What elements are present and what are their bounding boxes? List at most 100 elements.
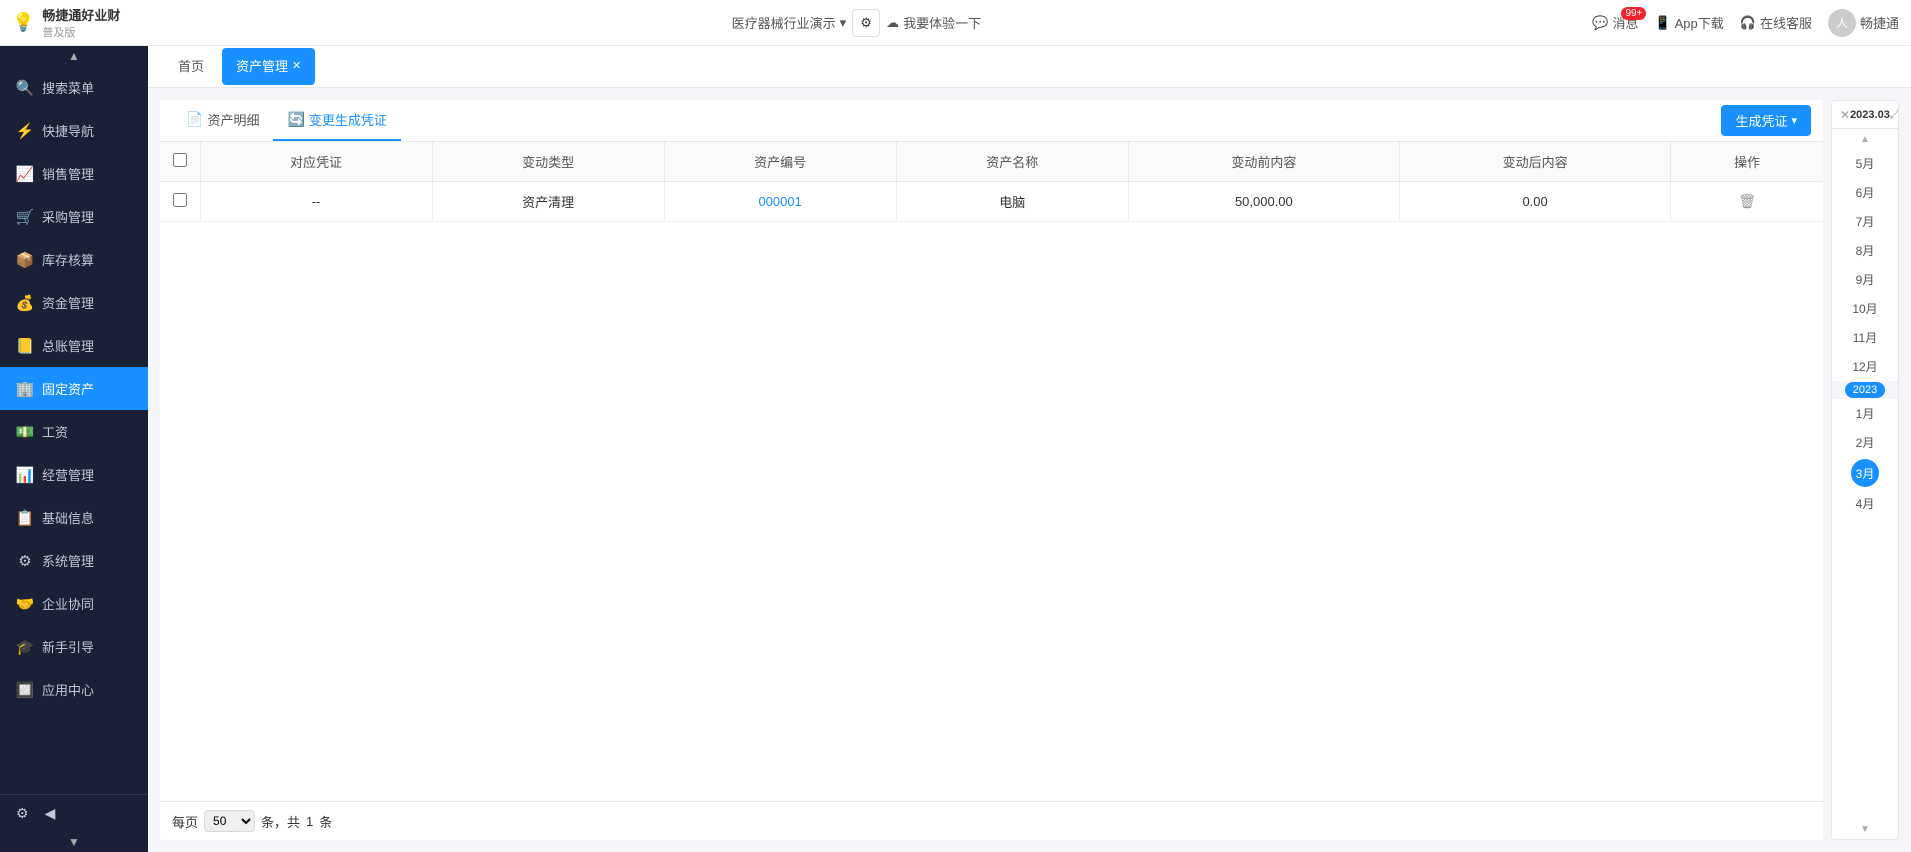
calendar-month-current-year[interactable]: 4月: [1832, 489, 1898, 518]
sidebar-label-fund: 资金管理: [42, 293, 94, 312]
col-asset-code: 资产编号: [664, 142, 896, 182]
calendar-month-active[interactable]: 3月: [1832, 457, 1898, 489]
sidebar-icon-fund: 💰: [16, 294, 34, 312]
sidebar-item-guide[interactable]: 🎓 新手引导: [0, 625, 148, 668]
header-center: 医疗器械行业演示 ▾ ⚙ ☁ 我要体验一下: [732, 9, 982, 37]
top-header: 💡 畅捷通好业财 普及版 医疗器械行业演示 ▾ ⚙ ☁ 我要体验一下 💬 消息 …: [0, 0, 1911, 46]
calendar-month-prev[interactable]: 11月: [1832, 323, 1898, 352]
sidebar-icon-sales: 📈: [16, 165, 34, 183]
sidebar-item-quick-nav[interactable]: ⚡ 快捷导航: [0, 109, 148, 152]
header-right: 💬 消息 99+ 📱 App下载 🎧 在线客服 人 畅捷通: [1592, 9, 1899, 37]
settings-icon-btn[interactable]: ⚙: [852, 9, 880, 37]
calendar-expand-btn[interactable]: ⤢: [1890, 107, 1899, 122]
sidebar-icon-quick-nav: ⚡: [16, 122, 34, 140]
col-voucher: 对应凭证: [200, 142, 432, 182]
calendar-month-prev[interactable]: 5月: [1832, 149, 1898, 178]
row-voucher-0: --: [200, 182, 432, 222]
change-voucher-icon: 🔄: [287, 111, 304, 128]
per-page-unit: 条，共: [261, 812, 300, 831]
customer-service-btn[interactable]: 🎧 在线客服: [1740, 13, 1812, 32]
sidebar-scroll-down[interactable]: ▼: [0, 832, 148, 852]
calendar-month-prev[interactable]: 7月: [1832, 207, 1898, 236]
calendar-scroll-up[interactable]: ▲: [1832, 129, 1898, 149]
calendar-months-container: 5月6月7月8月9月10月11月12月20231月2月3月4月: [1832, 149, 1898, 819]
tab-home[interactable]: 首页: [164, 48, 218, 85]
sidebar-item-salary[interactable]: 💵 工资: [0, 410, 148, 453]
collapse-icon[interactable]: ◀: [45, 805, 56, 822]
calendar-month-prev[interactable]: 9月: [1832, 265, 1898, 294]
total-unit: 条: [319, 812, 332, 831]
col-after-change: 变动后内容: [1399, 142, 1670, 182]
sidebar-icon-salary: 💵: [16, 423, 34, 441]
sidebar-label-system: 系统管理: [42, 551, 94, 570]
sidebar-label-app-center: 应用中心: [42, 680, 94, 699]
sidebar-label-enterprise: 企业协同: [42, 594, 94, 613]
sidebar-label-fixed-assets: 固定资产: [42, 379, 94, 398]
page-size-select[interactable]: 50 100 200: [204, 810, 255, 832]
row-asset-name-0: 电脑: [896, 182, 1128, 222]
col-action: 操作: [1671, 142, 1823, 182]
settings-footer-icon[interactable]: ⚙: [16, 805, 29, 822]
generate-voucher-btn[interactable]: 生成凭证 ▾: [1721, 105, 1811, 136]
sidebar-label-guide: 新手引导: [42, 637, 94, 656]
industry-selector[interactable]: 医疗器械行业演示 ▾: [732, 13, 847, 32]
sidebar-item-basic-info[interactable]: 📋 基础信息: [0, 496, 148, 539]
sidebar-item-inventory[interactable]: 📦 库存核算: [0, 238, 148, 281]
calendar-month-prev[interactable]: 12月: [1832, 352, 1898, 381]
sub-tab-asset-detail[interactable]: 📄 资产明细: [172, 100, 273, 141]
row-asset-code-0: 000001: [664, 182, 896, 222]
sidebar-item-management[interactable]: 📊 经营管理: [0, 453, 148, 496]
select-all-checkbox[interactable]: [173, 153, 187, 167]
sidebar-item-app-center[interactable]: 🔲 应用中心: [0, 668, 148, 711]
tab-bar: 首页 资产管理 ✕: [148, 46, 1911, 88]
calendar-active-month-inner[interactable]: 3月: [1851, 459, 1879, 487]
sidebar-item-ledger[interactable]: 📒 总账管理: [0, 324, 148, 367]
sidebar-icon-search-menu: 🔍: [16, 79, 34, 97]
experience-label: 我要体验一下: [903, 13, 981, 32]
logo-icon: 💡: [12, 12, 34, 33]
table-row: -- 资产清理 000001 电脑 50,000.00 0.00 🗑: [160, 182, 1823, 222]
calendar-year-label: 2023.03: [1850, 109, 1890, 121]
industry-label: 医疗器械行业演示: [732, 13, 836, 32]
sidebar-icon-inventory: 📦: [16, 251, 34, 269]
cloud-icon: ☁: [886, 15, 899, 31]
sidebar-item-search-menu[interactable]: 🔍 搜索菜单: [0, 66, 148, 109]
col-before-change: 变动前内容: [1128, 142, 1399, 182]
sidebar-item-fixed-assets[interactable]: 🏢 固定资产: [0, 367, 148, 410]
tab-close-icon[interactable]: ✕: [292, 59, 301, 72]
message-btn[interactable]: 💬 消息 99+: [1592, 13, 1638, 32]
sidebar-item-enterprise[interactable]: 🤝 企业协同: [0, 582, 148, 625]
sidebar-item-sales[interactable]: 📈 销售管理: [0, 152, 148, 195]
experience-btn[interactable]: ☁ 我要体验一下: [886, 13, 981, 32]
company-name-area: 畅捷通好业财 普及版: [42, 5, 120, 40]
calendar-month-current-year[interactable]: 1月: [1832, 399, 1898, 428]
calendar-month-current-year[interactable]: 2月: [1832, 428, 1898, 457]
sidebar-scroll-up[interactable]: ▲: [0, 46, 148, 66]
calendar-month-prev[interactable]: 10月: [1832, 294, 1898, 323]
calendar-month-prev[interactable]: 6月: [1832, 178, 1898, 207]
tab-home-label: 首页: [178, 56, 204, 75]
main-panel: 📄 资产明细 🔄 变更生成凭证 生成凭证 ▾: [160, 100, 1823, 840]
row-checkbox-0[interactable]: [173, 193, 187, 207]
sub-tabs: 📄 资产明细 🔄 变更生成凭证 生成凭证 ▾: [160, 100, 1823, 142]
sidebar-item-fund[interactable]: 💰 资金管理: [0, 281, 148, 324]
sub-tab-change-voucher[interactable]: 🔄 变更生成凭证: [273, 100, 400, 141]
sidebar-item-purchase[interactable]: 🛒 采购管理: [0, 195, 148, 238]
sidebar-icon-ledger: 📒: [16, 337, 34, 355]
tab-asset-management[interactable]: 资产管理 ✕: [222, 48, 315, 85]
sidebar-item-system[interactable]: ⚙ 系统管理: [0, 539, 148, 582]
sidebar-items-container: 🔍 搜索菜单 ⚡ 快捷导航 📈 销售管理 🛒 采购管理 📦 库存核算 💰 资金管…: [0, 66, 148, 711]
user-name: 畅捷通: [1860, 13, 1899, 32]
avatar: 人: [1828, 9, 1856, 37]
user-area[interactable]: 人 畅捷通: [1828, 9, 1899, 37]
row-before-change-0: 50,000.00: [1128, 182, 1399, 222]
calendar-scroll-down[interactable]: ▼: [1832, 819, 1898, 839]
content-area: 首页 资产管理 ✕ 📄 资产明细 🔄 变更生成凭证: [148, 46, 1911, 852]
app-download-btn[interactable]: 📱 App下载: [1654, 13, 1723, 32]
calendar-month-prev[interactable]: 8月: [1832, 236, 1898, 265]
customer-service-label: 在线客服: [1760, 13, 1812, 32]
company-name: 畅捷通好业财: [42, 5, 120, 24]
calendar-close-btn[interactable]: ✕: [1840, 108, 1850, 122]
delete-btn-0[interactable]: 🗑: [1738, 193, 1756, 209]
sidebar-label-search-menu: 搜索菜单: [42, 78, 94, 97]
